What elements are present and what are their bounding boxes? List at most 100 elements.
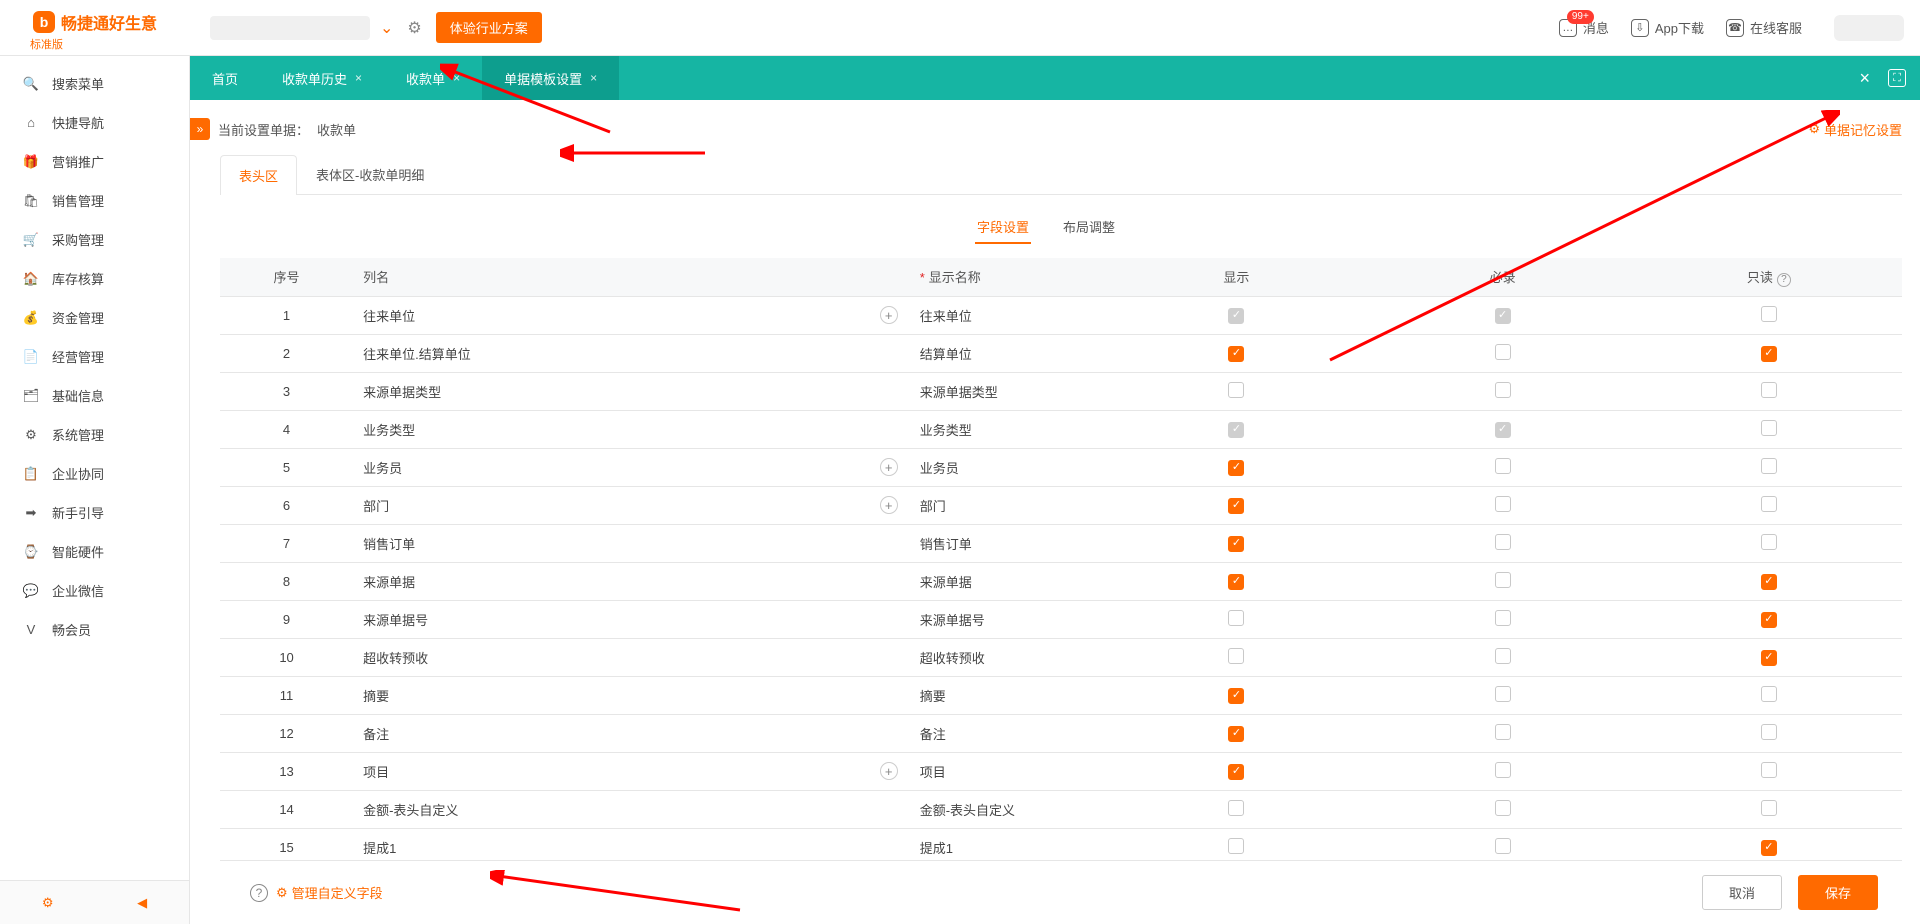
checkbox-icon[interactable] <box>1761 612 1777 628</box>
cell-disp[interactable]: 来源单据类型 <box>910 372 1104 410</box>
checkbox-icon[interactable] <box>1761 306 1777 322</box>
checkbox-icon[interactable] <box>1228 648 1244 664</box>
sidebar-item-7[interactable]: 📄经营管理 <box>0 337 189 376</box>
add-icon[interactable]: + <box>880 306 898 324</box>
checkbox-icon[interactable] <box>1761 840 1777 856</box>
sidebar-item-0[interactable]: 🔍搜索菜单 <box>0 64 189 103</box>
checkbox-icon[interactable] <box>1495 572 1511 588</box>
tab-1[interactable]: 收款单历史× <box>260 56 384 100</box>
checkbox-icon[interactable] <box>1228 536 1244 552</box>
checkbox-icon[interactable] <box>1761 650 1777 666</box>
cell-disp[interactable]: 来源单据 <box>910 562 1104 600</box>
messages-link[interactable]: 99+ … 消息 <box>1559 18 1609 37</box>
close-icon[interactable]: × <box>453 71 460 85</box>
checkbox-icon[interactable] <box>1761 724 1777 740</box>
checkbox-icon[interactable] <box>1495 610 1511 626</box>
sidebar-item-12[interactable]: ⌚智能硬件 <box>0 532 189 571</box>
checkbox-icon[interactable] <box>1495 534 1511 550</box>
checkbox-icon[interactable] <box>1228 382 1244 398</box>
cell-disp[interactable]: 超收转预收 <box>910 638 1104 676</box>
sub-tab-1[interactable]: 布局调整 <box>1061 211 1117 244</box>
checkbox-icon[interactable] <box>1761 800 1777 816</box>
cell-disp[interactable]: 项目 <box>910 752 1104 790</box>
help-icon[interactable]: ? <box>1777 273 1791 287</box>
cell-disp[interactable]: 备注 <box>910 714 1104 752</box>
close-all-icon[interactable]: × <box>1859 68 1870 89</box>
checkbox-icon[interactable] <box>1495 458 1511 474</box>
checkbox-icon[interactable] <box>1761 686 1777 702</box>
cell-disp[interactable]: 结算单位 <box>910 334 1104 372</box>
sidebar-item-10[interactable]: 📋企业协同 <box>0 454 189 493</box>
collapse-sidebar-icon[interactable]: ◀︎ <box>137 895 147 911</box>
app-download-link[interactable]: ⇩ App下载 <box>1631 18 1704 37</box>
checkbox-icon[interactable] <box>1761 496 1777 512</box>
sub-tab-0[interactable]: 字段设置 <box>975 211 1031 244</box>
sidebar-item-13[interactable]: 💬企业微信 <box>0 571 189 610</box>
checkbox-icon[interactable] <box>1495 724 1511 740</box>
cell-disp[interactable]: 来源单据号 <box>910 600 1104 638</box>
tab-2[interactable]: 收款单× <box>384 56 482 100</box>
experience-button[interactable]: 体验行业方案 <box>436 12 542 43</box>
memory-settings-link[interactable]: ⚙ 单据记忆设置 <box>1808 120 1902 139</box>
sidebar-item-14[interactable]: V畅会员 <box>0 610 189 649</box>
cell-disp[interactable]: 金额-表头自定义 <box>910 790 1104 828</box>
checkbox-icon[interactable] <box>1228 838 1244 854</box>
manage-custom-fields-link[interactable]: ⚙ 管理自定义字段 <box>276 883 383 902</box>
sidebar-item-3[interactable]: 🛍销售管理 <box>0 181 189 220</box>
area-tab-1[interactable]: 表体区-收款单明细 <box>297 154 443 194</box>
cancel-button[interactable]: 取消 <box>1702 875 1782 910</box>
add-icon[interactable]: + <box>880 458 898 476</box>
add-icon[interactable]: + <box>880 762 898 780</box>
sidebar-item-6[interactable]: 💰资金管理 <box>0 298 189 337</box>
checkbox-icon[interactable] <box>1228 460 1244 476</box>
add-icon[interactable]: + <box>880 496 898 514</box>
cell-disp[interactable]: 提成1 <box>910 828 1104 860</box>
checkbox-icon[interactable] <box>1228 688 1244 704</box>
checkbox-icon[interactable] <box>1495 800 1511 816</box>
sidebar-item-2[interactable]: 🎁营销推广 <box>0 142 189 181</box>
cell-disp[interactable]: 部门 <box>910 486 1104 524</box>
help-icon[interactable]: ? <box>250 884 268 902</box>
gear-icon[interactable]: ⚙ <box>407 18 421 38</box>
close-icon[interactable]: × <box>590 71 597 85</box>
checkbox-icon[interactable] <box>1761 458 1777 474</box>
tab-0[interactable]: 首页 <box>190 56 260 100</box>
checkbox-icon[interactable] <box>1228 346 1244 362</box>
sidebar-item-11[interactable]: ➡新手引导 <box>0 493 189 532</box>
checkbox-icon[interactable] <box>1495 648 1511 664</box>
checkbox-icon[interactable] <box>1495 382 1511 398</box>
save-button[interactable]: 保存 <box>1798 875 1878 910</box>
checkbox-icon[interactable] <box>1761 534 1777 550</box>
checkbox-icon[interactable] <box>1495 762 1511 778</box>
close-icon[interactable]: × <box>355 71 362 85</box>
cell-disp[interactable]: 业务员 <box>910 448 1104 486</box>
checkbox-icon[interactable] <box>1228 800 1244 816</box>
checkbox-icon[interactable] <box>1228 764 1244 780</box>
tab-3[interactable]: 单据模板设置× <box>482 56 619 100</box>
checkbox-icon[interactable] <box>1761 762 1777 778</box>
checkbox-icon[interactable] <box>1761 574 1777 590</box>
checkbox-icon[interactable] <box>1495 496 1511 512</box>
cell-disp[interactable]: 业务类型 <box>910 410 1104 448</box>
settings-icon[interactable]: ⚙ <box>42 895 54 911</box>
checkbox-icon[interactable] <box>1228 726 1244 742</box>
support-link[interactable]: ☎ 在线客服 <box>1726 18 1802 37</box>
checkbox-icon[interactable] <box>1228 610 1244 626</box>
cell-disp[interactable]: 摘要 <box>910 676 1104 714</box>
sidebar-item-8[interactable]: 🗂基础信息 <box>0 376 189 415</box>
sidebar-item-4[interactable]: 🛒采购管理 <box>0 220 189 259</box>
checkbox-icon[interactable] <box>1495 838 1511 854</box>
sidebar-item-5[interactable]: 🏠库存核算 <box>0 259 189 298</box>
checkbox-icon[interactable] <box>1228 574 1244 590</box>
checkbox-icon[interactable] <box>1495 686 1511 702</box>
sidebar-item-9[interactable]: ⚙系统管理 <box>0 415 189 454</box>
org-switcher[interactable]: ⌄ <box>210 16 393 40</box>
checkbox-icon[interactable] <box>1228 498 1244 514</box>
checkbox-icon[interactable] <box>1761 346 1777 362</box>
checkbox-icon[interactable] <box>1761 420 1777 436</box>
checkbox-icon[interactable] <box>1495 344 1511 360</box>
cell-disp[interactable]: 往来单位 <box>910 296 1104 334</box>
checkbox-icon[interactable] <box>1761 382 1777 398</box>
sidebar-item-1[interactable]: ⌂快捷导航 <box>0 103 189 142</box>
area-tab-0[interactable]: 表头区 <box>220 155 297 195</box>
